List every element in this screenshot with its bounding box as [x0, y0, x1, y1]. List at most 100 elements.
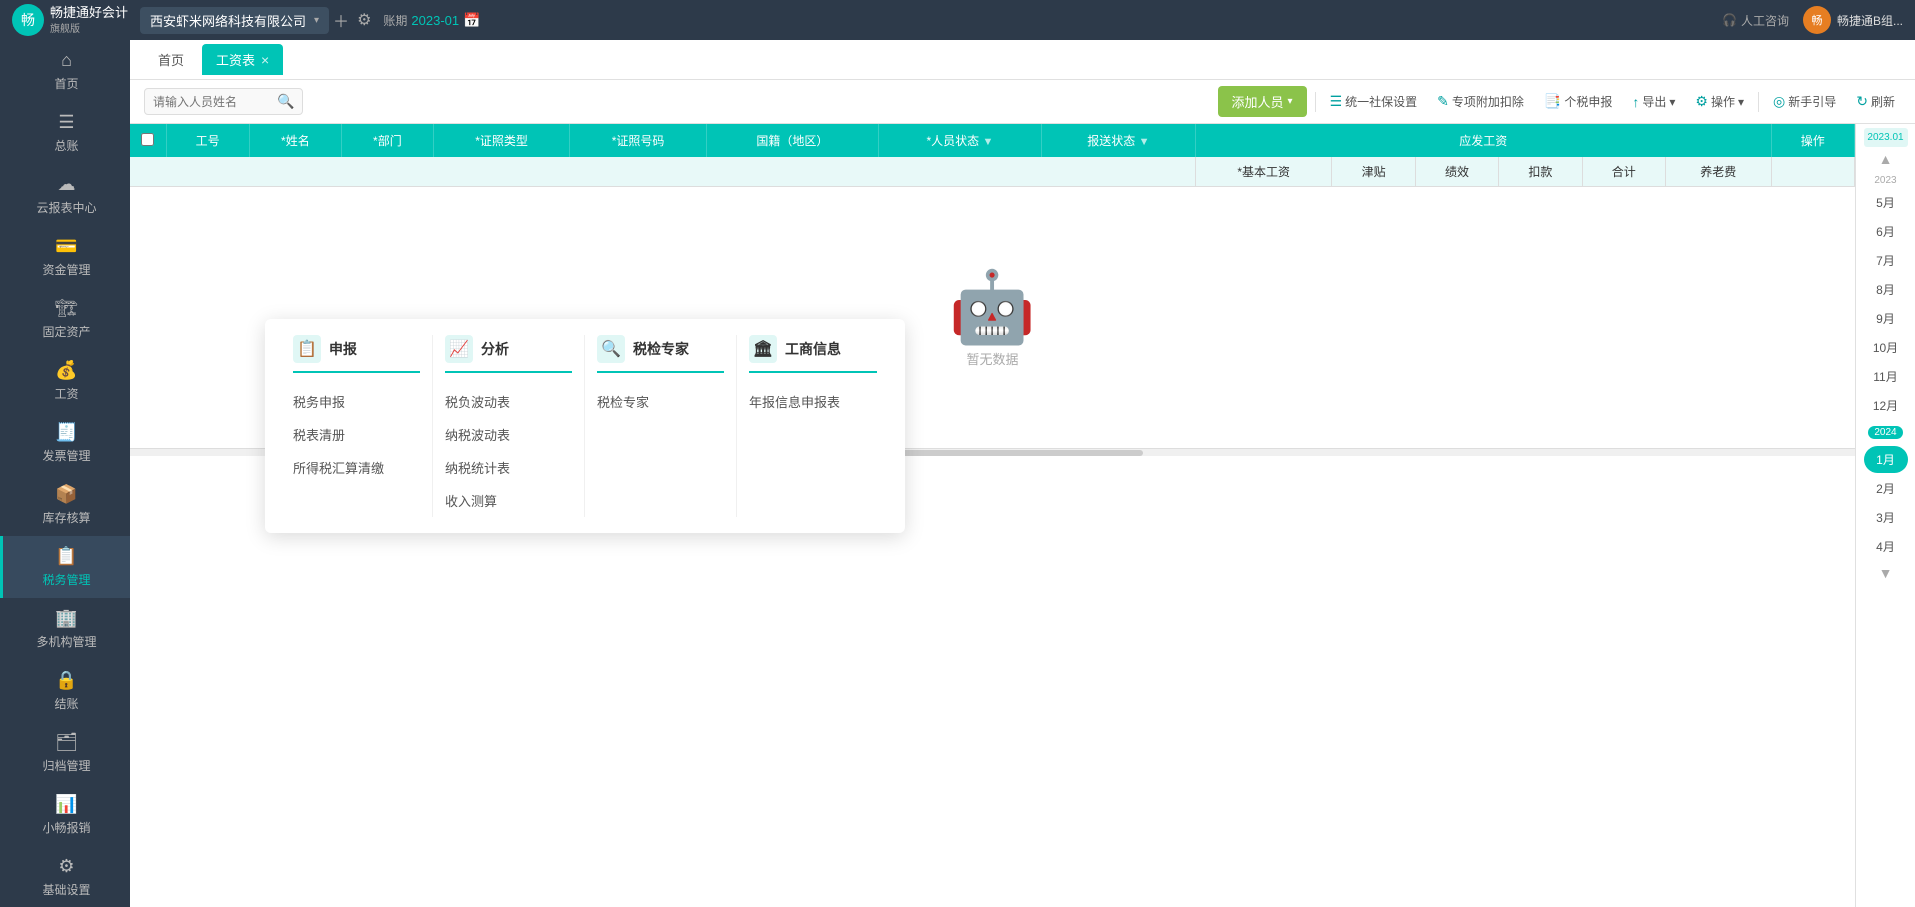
avatar: 畅 — [1803, 6, 1831, 34]
cal-month-5[interactable]: 5月 — [1864, 189, 1908, 216]
dropdown-item-pay-stats[interactable]: 纳税统计表 — [445, 451, 572, 484]
add-person-button[interactable]: 添加人员 ▾ — [1218, 86, 1307, 117]
special-label: 专项附加扣除 — [1452, 93, 1524, 110]
company-selector[interactable]: 西安虾米网络科技有限公司 ▾ — [140, 7, 329, 34]
dropdown-item-income-calc[interactable]: 收入测算 — [445, 484, 572, 517]
sidebar: ⌂ 首页 ☰ 总账 ☁ 云报表中心 💳 资金管理 🏗 固定资产 💰 工资 🧾 发… — [0, 40, 130, 907]
calendar-panel: 2023.01 ▲ 2023 5月 6月 7月 8月 9月 10月 11月 12… — [1855, 124, 1915, 907]
status-filter-icon[interactable]: ▼ — [982, 136, 993, 148]
sidebar-item-multi[interactable]: 🏢 多机构管理 — [0, 598, 130, 660]
cal-month-9[interactable]: 9月 — [1864, 305, 1908, 332]
col-id-num: *证照号码 — [570, 124, 706, 157]
sidebar-label-report: 小畅报销 — [42, 819, 90, 836]
tax-return-label: 个税申报 — [1564, 93, 1612, 110]
sidebar-item-inventory[interactable]: 📦 库存核算 — [0, 474, 130, 536]
dropdown-item-tax-declare[interactable]: 税务申报 — [293, 385, 420, 418]
dropdown-item-tax-wave[interactable]: 税负波动表 — [445, 385, 572, 418]
calendar-icon[interactable]: 📅 — [463, 12, 480, 29]
sidebar-label-ledger: 总账 — [54, 137, 78, 154]
calendar-down-nav[interactable]: ▼ — [1875, 561, 1897, 585]
tab-bar: 首页 工资表 × — [130, 40, 1915, 80]
send-filter-icon[interactable]: ▼ — [1139, 136, 1150, 148]
dropdown-col-expert: 🔍 税检专家 税检专家 — [585, 335, 737, 517]
dropdown-item-pay-wave[interactable]: 纳税波动表 — [445, 418, 572, 451]
tab-home-label: 首页 — [158, 53, 184, 68]
sidebar-item-assets[interactable]: 🏗 固定资产 — [0, 288, 130, 350]
sidebar-item-invoice[interactable]: 🧾 发票管理 — [0, 412, 130, 474]
sidebar-item-close[interactable]: 🔒 结账 — [0, 660, 130, 722]
sub-base: *基本工资 — [1196, 157, 1332, 187]
settings-icon[interactable]: ⚙ — [353, 6, 375, 34]
expert-header: 🔍 税检专家 — [597, 335, 724, 373]
col-checkbox[interactable] — [130, 124, 166, 157]
guide-btn[interactable]: ◎ 新手引导 — [1767, 89, 1842, 114]
cal-month-4-2024[interactable]: 4月 — [1864, 533, 1908, 560]
cal-month-2-2024[interactable]: 2月 — [1864, 475, 1908, 502]
search-input[interactable] — [153, 95, 273, 109]
sidebar-item-fund[interactable]: 💳 资金管理 — [0, 226, 130, 288]
operate-btn[interactable]: ⚙ 操作 ▾ — [1689, 89, 1750, 114]
sidebar-item-ledger[interactable]: ☰ 总账 — [0, 102, 130, 164]
sidebar-label-invoice: 发票管理 — [42, 447, 90, 464]
tax-return-btn[interactable]: 📑 个税申报 — [1538, 89, 1618, 114]
search-wrap: 🔍 — [144, 88, 303, 115]
special-deduction-btn[interactable]: ✎ 专项附加扣除 — [1431, 89, 1530, 114]
declare-title: 申报 — [329, 339, 357, 359]
sub-total: 合计 — [1582, 157, 1665, 187]
select-all-checkbox[interactable] — [141, 133, 154, 146]
export-btn[interactable]: ↑ 导出 ▾ — [1626, 89, 1681, 114]
add-company-button[interactable]: ＋ — [329, 4, 353, 36]
refresh-btn[interactable]: ↻ 刷新 — [1850, 89, 1901, 114]
tab-salary[interactable]: 工资表 × — [202, 44, 283, 75]
sidebar-item-cloud[interactable]: ☁ 云报表中心 — [0, 164, 130, 226]
sidebar-item-settings[interactable]: ⚙ 基础设置 — [0, 846, 130, 907]
cal-month-6[interactable]: 6月 — [1864, 218, 1908, 245]
cloud-icon: ☁ — [58, 174, 76, 195]
col-status-label: *人员状态 — [926, 134, 979, 148]
sidebar-label-settings: 基础设置 — [42, 881, 90, 898]
dropdown-item-expert[interactable]: 税检专家 — [597, 385, 724, 418]
sub-action — [1771, 157, 1854, 187]
user-area[interactable]: 畅 畅捷通B组... — [1803, 6, 1903, 34]
sep1 — [1315, 92, 1316, 112]
sidebar-item-salary[interactable]: 💰 工资 — [0, 350, 130, 412]
support-button[interactable]: 🎧 人工咨询 — [1722, 12, 1789, 29]
chevron-down-icon: ▾ — [314, 15, 319, 26]
add-chevron-icon: ▾ — [1288, 96, 1293, 107]
cal-month-8[interactable]: 8月 — [1864, 276, 1908, 303]
sidebar-item-report[interactable]: 📊 小畅报销 — [0, 784, 130, 846]
dropdown-item-tax-table[interactable]: 税表清册 — [293, 418, 420, 451]
sidebar-label-home: 首页 — [54, 75, 78, 92]
sidebar-item-tax[interactable]: 📋 税务管理 — [0, 536, 130, 598]
cal-month-3-2024[interactable]: 3月 — [1864, 504, 1908, 531]
sidebar-label-salary: 工资 — [54, 385, 78, 402]
dropdown-item-income-settle[interactable]: 所得税汇算清缴 — [293, 451, 420, 484]
cal-month-10[interactable]: 10月 — [1864, 334, 1908, 361]
sub-subsidy: 津贴 — [1332, 157, 1415, 187]
tab-close-icon[interactable]: × — [261, 52, 269, 68]
refresh-icon: ↻ — [1856, 93, 1868, 110]
data-table: 工号 *姓名 *部门 *证照类型 *证照号码 国籍（地区） *人员状态 ▼ — [130, 124, 1855, 187]
settings-gear-icon: ⚙ — [58, 856, 74, 877]
sub-pension: 养老费 — [1665, 157, 1771, 187]
cal-month-7[interactable]: 7月 — [1864, 247, 1908, 274]
salary-icon: 💰 — [55, 360, 77, 381]
cal-month-11[interactable]: 11月 — [1864, 363, 1908, 390]
col-name: *姓名 — [249, 124, 341, 157]
sidebar-item-home[interactable]: ⌂ 首页 — [0, 40, 130, 102]
col-action-header: 操作 — [1771, 124, 1854, 157]
period-value: 2023-01 — [411, 13, 459, 28]
social-label: 统一社保设置 — [1345, 93, 1417, 110]
cal-month-12[interactable]: 12月 — [1864, 392, 1908, 419]
dropdown-item-annual-report[interactable]: 年报信息申报表 — [749, 385, 877, 418]
home-icon: ⌂ — [61, 50, 72, 71]
cal-month-1-2024[interactable]: 1月 — [1864, 446, 1908, 473]
social-security-btn[interactable]: ☰ 统一社保设置 — [1324, 89, 1424, 114]
tab-home[interactable]: 首页 — [144, 44, 198, 75]
analysis-header: 📈 分析 — [445, 335, 572, 373]
period-badge[interactable]: 2023.01 — [1864, 128, 1908, 147]
sidebar-item-archive[interactable]: 🗂 归档管理 — [0, 722, 130, 784]
ledger-icon: ☰ — [58, 112, 74, 133]
calendar-up-nav[interactable]: ▲ — [1875, 147, 1897, 171]
year-2024-area: 2024 — [1868, 424, 1902, 441]
